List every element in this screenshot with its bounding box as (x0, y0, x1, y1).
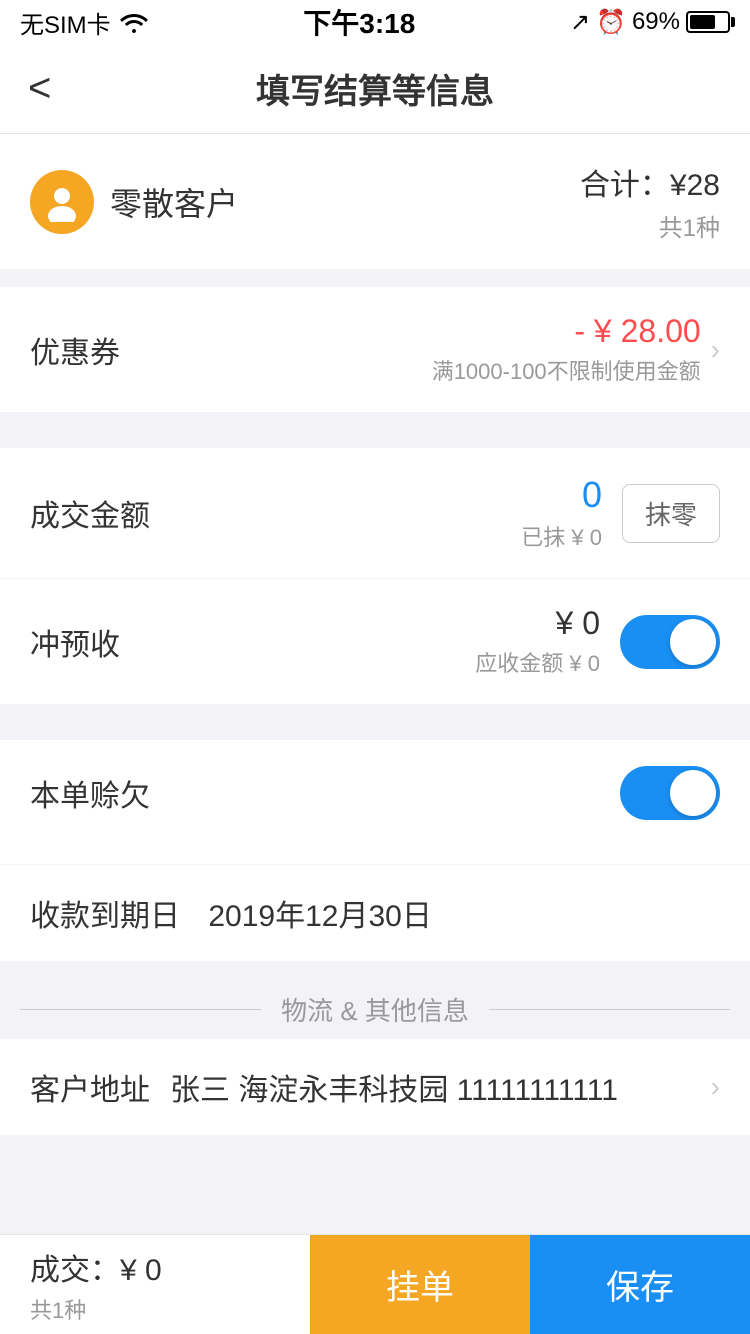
logistics-line-right (489, 1009, 730, 1010)
customer-name: 零散客户 (110, 179, 238, 225)
prereceive-label: 冲预收 (30, 620, 120, 664)
duedate-row: 收款到期日 2019年12月30日 (0, 864, 750, 961)
bottom-count: 共1种 (30, 1293, 280, 1325)
prereceive-value: ¥ 0 (475, 605, 600, 642)
coupon-section: 优惠券 - ¥ 28.00 满1000-100不限制使用金额 › (0, 287, 750, 412)
coupon-row[interactable]: 优惠券 - ¥ 28.00 满1000-100不限制使用金额 › (0, 287, 750, 412)
nav-bar: < 填写结算等信息 (0, 44, 750, 134)
bottom-left: 成交：¥ 0 共1种 (0, 1245, 310, 1325)
address-chevron-icon: › (711, 1071, 720, 1103)
battery-icon (686, 11, 730, 33)
coupon-right: - ¥ 28.00 满1000-100不限制使用金额 › (432, 313, 720, 386)
logistics-divider: 物流 & 其他信息 (0, 979, 750, 1039)
address-row[interactable]: 客户地址 张三 海淀永丰科技园 11111111111 › (0, 1039, 750, 1135)
save-button[interactable]: 保存 (530, 1235, 750, 1334)
hold-button[interactable]: 挂单 (310, 1235, 530, 1334)
address-section: 客户地址 张三 海淀永丰科技园 11111111111 › (0, 1039, 750, 1135)
wifi-icon (119, 11, 149, 33)
customer-count: 共1种 (580, 208, 720, 243)
back-button[interactable]: < (28, 66, 51, 111)
amount-label: 成交金额 (30, 491, 150, 535)
address-label: 客户地址 (30, 1065, 150, 1109)
amount-section: 成交金额 0 已抹 ¥ 0 抹零 冲预收 ¥ 0 应收金额 ¥ 0 (0, 448, 750, 704)
customer-left: 零散客户 (30, 170, 238, 234)
duedate-content: 收款到期日 2019年12月30日 (30, 891, 720, 935)
location-icon: ↗ (570, 8, 590, 37)
prereceive-right: ¥ 0 应收金额 ¥ 0 (475, 605, 720, 678)
prereceive-sub: 应收金额 ¥ 0 (475, 646, 600, 678)
logistics-text: 物流 & 其他信息 (281, 991, 469, 1028)
gray-divider-2 (0, 722, 750, 740)
status-bar-right: ↗ ⏰ 69% (570, 8, 730, 37)
customer-total: 合计：¥28 (580, 160, 720, 204)
amount-value: 0 (521, 474, 602, 516)
customer-row: 零散客户 合计：¥28 共1种 (0, 134, 750, 269)
battery-percent: 69% (632, 8, 680, 36)
bottom-deal-label: 成交： (30, 1254, 120, 1287)
coupon-label: 优惠券 (30, 328, 120, 372)
status-bar: 无SIM卡 下午3:18 ↗ ⏰ 69% (0, 0, 750, 44)
alarm-icon: ⏰ (596, 8, 626, 37)
status-bar-time: 下午3:18 (303, 2, 415, 42)
avatar-icon (42, 182, 82, 222)
amount-row: 成交金额 0 已抹 ¥ 0 抹零 (0, 448, 750, 578)
duedate-value: 2019年12月30日 (208, 900, 431, 933)
page-title: 填写结算等信息 (256, 64, 494, 113)
amount-sub: 已抹 ¥ 0 (521, 520, 602, 552)
customer-avatar (30, 170, 94, 234)
signal-text: 无SIM卡 (20, 5, 111, 40)
debt-row: 本单赊欠 (0, 740, 750, 846)
round-zero-button[interactable]: 抹零 (622, 484, 720, 543)
prereceive-toggle[interactable] (620, 615, 720, 669)
debt-section: 本单赊欠 收款到期日 2019年12月30日 (0, 740, 750, 961)
amount-right: 0 已抹 ¥ 0 抹零 (521, 474, 720, 552)
battery-fill (690, 15, 715, 29)
bottom-deal-value: ¥ 0 (120, 1254, 162, 1287)
bottom-deal: 成交：¥ 0 (30, 1245, 280, 1289)
prereceive-amounts: ¥ 0 应收金额 ¥ 0 (475, 605, 600, 678)
gray-divider-1 (0, 430, 750, 448)
prereceive-row: 冲预收 ¥ 0 应收金额 ¥ 0 (0, 578, 750, 704)
amount-value-group: 0 已抹 ¥ 0 (521, 474, 602, 552)
coupon-discount: - ¥ 28.00 (432, 313, 701, 350)
customer-section: 零散客户 合计：¥28 共1种 (0, 134, 750, 269)
content-area: 零散客户 合计：¥28 共1种 优惠券 - ¥ 28.00 满1000-100不… (0, 134, 750, 1253)
coupon-desc: 满1000-100不限制使用金额 (432, 354, 701, 386)
bottom-bar: 成交：¥ 0 共1种 挂单 保存 (0, 1234, 750, 1334)
chevron-right-icon: › (711, 334, 720, 366)
address-value: 张三 海淀永丰科技园 11111111111 (170, 1065, 711, 1109)
customer-right: 合计：¥28 共1种 (580, 160, 720, 243)
debt-toggle[interactable] (620, 766, 720, 820)
duedate-label: 收款到期日 (30, 900, 180, 933)
debt-label: 本单赊欠 (30, 771, 150, 815)
coupon-right-content: - ¥ 28.00 满1000-100不限制使用金额 (432, 313, 701, 386)
status-bar-left: 无SIM卡 (20, 5, 149, 40)
logistics-line-left (20, 1009, 261, 1010)
